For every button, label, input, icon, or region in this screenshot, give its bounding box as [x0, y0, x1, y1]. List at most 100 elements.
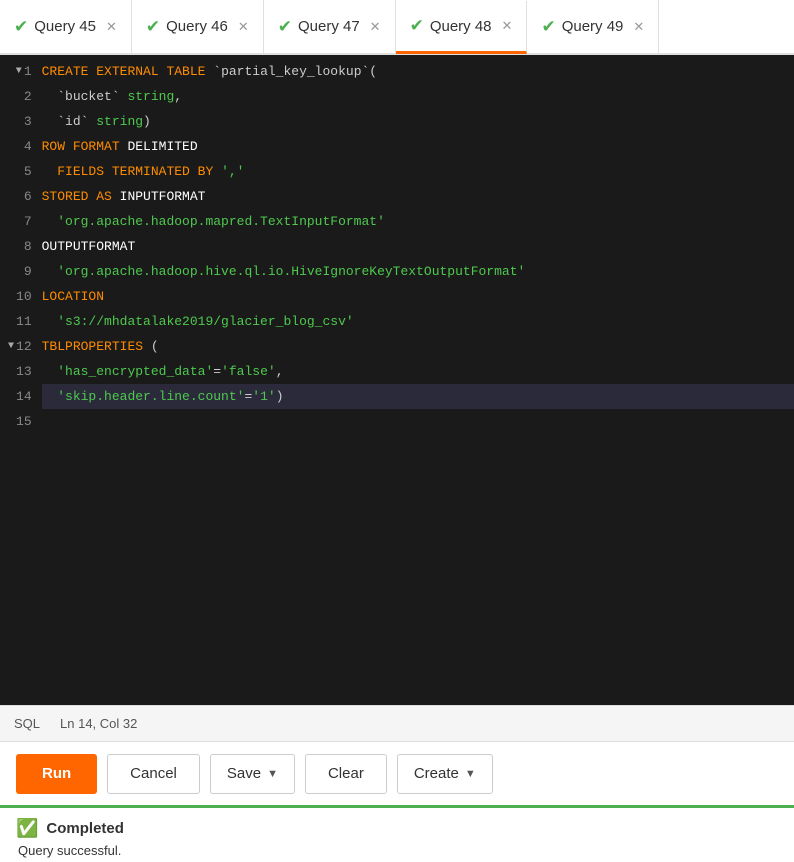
fold-arrow-icon[interactable]: ▼ — [16, 59, 22, 84]
line-number-13: 13 — [8, 359, 32, 384]
tab-label: Query 49 — [562, 18, 624, 35]
lang-indicator: SQL — [14, 716, 40, 731]
toolbar: Run Cancel Save ▼ Clear Create ▼ — [0, 741, 794, 805]
code-lines[interactable]: CREATE EXTERNAL TABLE `partial_key_looku… — [42, 59, 794, 701]
tab-label: Query 45 — [34, 18, 96, 35]
tabs-bar: ✔ Query 45 ✕ ✔ Query 46 ✕ ✔ Query 47 ✕ ✔ Query 48 ✕… — [0, 0, 794, 55]
line-number-5: 5 — [8, 159, 32, 184]
line-num-text: 5 — [24, 159, 32, 184]
token-str-green: ',' — [221, 159, 244, 184]
tab-label: Query 47 — [298, 18, 360, 35]
line-num-text: 14 — [16, 384, 32, 409]
line-number-10: 10 — [8, 284, 32, 309]
completed-check-icon: ✅ — [16, 818, 38, 839]
token-str-green: 's3://mhdatalake2019/glacier_blog_csv' — [42, 309, 354, 334]
line-num-text: 7 — [24, 209, 32, 234]
token-kw-orange: ROW FORMAT — [42, 134, 128, 159]
save-button[interactable]: Save ▼ — [210, 754, 295, 794]
code-line-8: OUTPUTFORMAT — [42, 234, 794, 259]
code-line-12: TBLPROPERTIES ( — [42, 334, 794, 359]
line-num-text: 8 — [24, 234, 32, 259]
code-line-10: LOCATION — [42, 284, 794, 309]
code-line-4: ROW FORMAT DELIMITED — [42, 134, 794, 159]
token-plain: = — [213, 359, 221, 384]
code-line-7: 'org.apache.hadoop.mapred.TextInputForma… — [42, 209, 794, 234]
line-number-11: 11 — [8, 309, 32, 334]
line-numbers: ▼1234567891011▼12131415 — [0, 59, 42, 701]
tab-q45[interactable]: ✔ Query 45 ✕ — [0, 0, 132, 53]
line-num-text: 6 — [24, 184, 32, 209]
status-bar: SQL Ln 14, Col 32 — [0, 705, 794, 741]
code-line-1: CREATE EXTERNAL TABLE `partial_key_looku… — [42, 59, 794, 84]
line-number-1: ▼1 — [8, 59, 32, 84]
tab-check-icon: ✔ — [278, 17, 292, 37]
line-num-text: 2 — [24, 84, 32, 109]
editor-content[interactable]: ▼1234567891011▼12131415 CREATE EXTERNAL … — [0, 55, 794, 705]
line-number-8: 8 — [8, 234, 32, 259]
token-kw-orange: FIELDS TERMINATED BY — [42, 159, 221, 184]
save-dropdown-arrow[interactable]: ▼ — [267, 768, 278, 780]
tab-close-icon[interactable]: ✕ — [238, 19, 249, 35]
cancel-button[interactable]: Cancel — [107, 754, 200, 794]
token-str-green: 'has_encrypted_data' — [42, 359, 214, 384]
line-num-text: 13 — [16, 359, 32, 384]
code-line-13: 'has_encrypted_data'='false', — [42, 359, 794, 384]
tab-check-icon: ✔ — [541, 17, 555, 37]
tab-q49[interactable]: ✔ Query 49 ✕ — [527, 0, 659, 53]
line-num-text: 4 — [24, 134, 32, 159]
create-label: Create — [414, 765, 459, 782]
tab-q48[interactable]: ✔ Query 48 ✕ — [396, 1, 528, 54]
line-num-text: 10 — [16, 284, 32, 309]
token-kw-white: DELIMITED — [127, 134, 197, 159]
line-number-15: 15 — [8, 409, 32, 434]
line-num-text: 1 — [24, 59, 32, 84]
line-number-2: 2 — [8, 84, 32, 109]
token-kw-orange: LOCATION — [42, 284, 104, 309]
tab-q47[interactable]: ✔ Query 47 ✕ — [264, 0, 396, 53]
token-kw-orange: CREATE EXTERNAL TABLE — [42, 59, 214, 84]
tab-check-icon: ✔ — [410, 16, 424, 36]
code-line-9: 'org.apache.hadoop.hive.ql.io.HiveIgnore… — [42, 259, 794, 284]
clear-button[interactable]: Clear — [305, 754, 387, 794]
token-plain: ) — [143, 109, 151, 134]
line-number-3: 3 — [8, 109, 32, 134]
fold-arrow-icon[interactable]: ▼ — [8, 334, 14, 359]
line-number-4: 4 — [8, 134, 32, 159]
token-kw-white: OUTPUTFORMAT — [42, 234, 136, 259]
token-kw-green: string — [127, 84, 174, 109]
save-label: Save — [227, 765, 261, 782]
line-num-text: 9 — [24, 259, 32, 284]
token-plain: `bucket` — [42, 84, 128, 109]
token-plain: `partial_key_lookup`( — [213, 59, 377, 84]
line-num-text: 3 — [24, 109, 32, 134]
line-number-14: 14 — [8, 384, 32, 409]
line-num-text: 12 — [16, 334, 32, 359]
token-plain: ( — [151, 334, 159, 359]
token-plain: ) — [276, 384, 284, 409]
tab-label: Query 46 — [166, 18, 228, 35]
create-button[interactable]: Create ▼ — [397, 754, 493, 794]
code-line-5: FIELDS TERMINATED BY ',' — [42, 159, 794, 184]
completed-label-row: ✅ Completed — [16, 818, 778, 839]
token-kw-orange: TBLPROPERTIES — [42, 334, 151, 359]
tab-close-icon[interactable]: ✕ — [370, 19, 381, 35]
tab-q46[interactable]: ✔Query 46✕ — [132, 0, 264, 53]
tab-check-icon: ✔ — [14, 17, 28, 37]
token-kw-white: INPUTFORMAT — [120, 184, 206, 209]
run-button[interactable]: Run — [16, 754, 97, 794]
code-line-6: STORED AS INPUTFORMAT — [42, 184, 794, 209]
tab-close-icon[interactable]: ✕ — [502, 18, 513, 34]
code-line-2: `bucket` string, — [42, 84, 794, 109]
create-dropdown-arrow[interactable]: ▼ — [465, 768, 476, 780]
tab-close-icon[interactable]: ✕ — [633, 19, 644, 35]
token-str-green: 'false' — [221, 359, 276, 384]
completed-label-text: Completed — [46, 820, 124, 837]
tab-label: Query 48 — [430, 18, 492, 35]
token-plain: `id` — [42, 109, 97, 134]
token-plain: , — [174, 84, 182, 109]
line-num-text: 15 — [16, 409, 32, 434]
token-plain: , — [276, 359, 284, 384]
code-line-3: `id` string) — [42, 109, 794, 134]
tab-close-icon[interactable]: ✕ — [106, 19, 117, 35]
cursor-position: Ln 14, Col 32 — [60, 716, 137, 731]
